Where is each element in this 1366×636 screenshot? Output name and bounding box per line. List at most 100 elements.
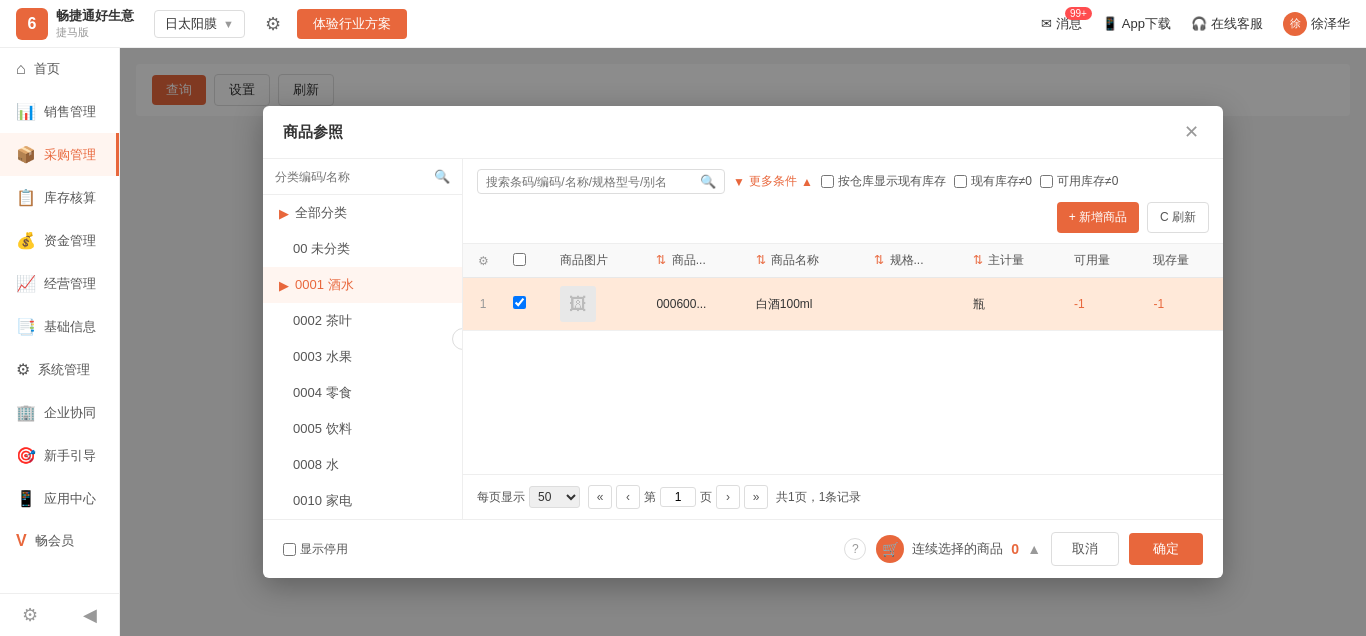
cart-icon: 🛒 <box>876 535 904 563</box>
category-search-input[interactable] <box>275 170 428 184</box>
collapse-cart-btn[interactable]: ▲ <box>1027 541 1041 557</box>
warehouse-stock-checkbox-input[interactable] <box>821 175 834 188</box>
store-selector[interactable]: 日太阳膜 ▼ <box>154 10 245 38</box>
category-search-icon[interactable]: 🔍 <box>434 169 450 184</box>
category-item-0005[interactable]: 0005 饮料 <box>263 411 462 447</box>
refresh-product-btn[interactable]: C 刷新 <box>1147 202 1209 233</box>
page-number-input[interactable] <box>660 487 696 507</box>
filter-more-btn[interactable]: ▼ 更多条件 ▲ <box>733 173 813 190</box>
page-total-info: 共1页，1条记录 <box>776 489 861 506</box>
sidebar-item-system[interactable]: ⚙ 系统管理 <box>0 348 119 391</box>
th-checkbox <box>503 244 550 278</box>
product-search-icon[interactable]: 🔍 <box>700 174 716 189</box>
product-table-body: 1 🖼 <box>463 278 1223 331</box>
th-name[interactable]: ⇅ 商品名称 <box>746 244 864 278</box>
product-search-input[interactable] <box>486 175 696 189</box>
sidebar-item-sales[interactable]: 📊 销售管理 <box>0 90 119 133</box>
main-layout: ⌂ 首页 📊 销售管理 📦 采购管理 📋 库存核算 💰 资金管理 📈 经营管理 … <box>0 48 1366 636</box>
td-unit: 瓶 <box>963 278 1064 331</box>
stock-nonzero-checkbox-input[interactable] <box>954 175 967 188</box>
appcenter-icon: 📱 <box>16 489 36 508</box>
td-name: 白酒100ml <box>746 278 864 331</box>
sort-icon-name: ⇅ <box>756 253 766 267</box>
category-item-0008[interactable]: 0008 水 <box>263 447 462 483</box>
sidebar-item-member[interactable]: V 畅会员 <box>0 520 119 562</box>
basic-icon: 📑 <box>16 317 36 336</box>
sidebar-item-purchase[interactable]: 📦 采购管理 <box>0 133 119 176</box>
sort-icon-unit: ⇅ <box>973 253 983 267</box>
online-service-nav-item[interactable]: 🎧 在线客服 <box>1191 15 1263 33</box>
category-item-0001[interactable]: ▶ 0001 酒水 <box>263 267 462 303</box>
modal-footer: 显示停用 ? 🛒 连续选择的商品 0 ▲ 取消 确定 <box>263 519 1223 578</box>
category-item-0010[interactable]: 0010 家电 <box>263 483 462 519</box>
home-icon: ⌂ <box>16 60 26 78</box>
td-available: -1 <box>1064 278 1144 331</box>
sidebar-expand-icon[interactable]: ◀ <box>83 604 97 626</box>
category-item-0004[interactable]: 0004 零食 <box>263 375 462 411</box>
available-nonzero-checkbox[interactable]: 可用库存≠0 <box>1040 173 1118 190</box>
show-disabled-checkbox[interactable]: 显示停用 <box>283 541 348 558</box>
sidebar: ⌂ 首页 📊 销售管理 📦 采购管理 📋 库存核算 💰 资金管理 📈 经营管理 … <box>0 48 120 636</box>
purchase-icon: 📦 <box>16 145 36 164</box>
operations-icon: 📈 <box>16 274 36 293</box>
page-size-select[interactable]: 50 10 20 100 <box>529 486 580 508</box>
sidebar-item-basic[interactable]: 📑 基础信息 <box>0 305 119 348</box>
last-page-btn[interactable]: » <box>744 485 768 509</box>
sidebar-item-inventory[interactable]: 📋 库存核算 <box>0 176 119 219</box>
category-item-00[interactable]: 00 未分类 <box>263 231 462 267</box>
th-unit[interactable]: ⇅ 主计量 <box>963 244 1064 278</box>
help-icon-btn[interactable]: ? <box>844 538 866 560</box>
prev-page-btn[interactable]: ‹ <box>616 485 640 509</box>
category-item-0002[interactable]: 0002 茶叶 <box>263 303 462 339</box>
table-row[interactable]: 1 🖼 <box>463 278 1223 331</box>
category-search-area: 🔍 <box>263 159 462 195</box>
th-code[interactable]: ⇅ 商品... <box>646 244 745 278</box>
logo-area: 6 畅捷通好生意 捷马版 <box>16 7 134 40</box>
th-spec[interactable]: ⇅ 规格... <box>864 244 962 278</box>
settings-gear-button[interactable]: ⚙ <box>257 8 289 40</box>
sidebar-bottom: ⚙ ◀ <box>0 593 119 636</box>
stock-nonzero-checkbox[interactable]: 现有库存≠0 <box>954 173 1032 190</box>
add-product-btn[interactable]: + 新增商品 <box>1057 202 1139 233</box>
sidebar-item-guide[interactable]: 🎯 新手引导 <box>0 434 119 477</box>
sidebar-settings-icon[interactable]: ⚙ <box>22 604 38 626</box>
product-table-container: ⚙ 商品图片 <box>463 244 1223 474</box>
first-page-btn[interactable]: « <box>588 485 612 509</box>
cancel-btn[interactable]: 取消 <box>1051 532 1119 566</box>
top-navigation: 6 畅捷通好生意 捷马版 日太阳膜 ▼ ⚙ 体验行业方案 ✉ 消息 99+ 📱 … <box>0 0 1366 48</box>
modal-title: 商品参照 <box>283 123 343 142</box>
show-disabled-checkbox-input[interactable] <box>283 543 296 556</box>
experience-btn[interactable]: 体验行业方案 <box>297 9 407 39</box>
enterprise-icon: 🏢 <box>16 403 36 422</box>
modal-header: 商品参照 ✕ <box>263 106 1223 159</box>
app-download-nav-item[interactable]: 📱 App下载 <box>1102 15 1171 33</box>
category-item-0003[interactable]: 0003 水果 <box>263 339 462 375</box>
sidebar-item-finance[interactable]: 💰 资金管理 <box>0 219 119 262</box>
store-selector-arrow: ▼ <box>223 18 234 30</box>
sidebar-item-appcenter[interactable]: 📱 应用中心 <box>0 477 119 520</box>
select-all-checkbox[interactable] <box>513 253 526 266</box>
messages-nav-item[interactable]: ✉ 消息 99+ <box>1041 15 1082 33</box>
warehouse-stock-checkbox[interactable]: 按仓库显示现有库存 <box>821 173 946 190</box>
product-toolbar-right: + 新增商品 C 刷新 <box>1057 202 1209 233</box>
sidebar-item-enterprise[interactable]: 🏢 企业协同 <box>0 391 119 434</box>
available-nonzero-checkbox-input[interactable] <box>1040 175 1053 188</box>
user-avatar-nav-item[interactable]: 徐 徐泽华 <box>1283 12 1350 36</box>
row-checkbox[interactable] <box>513 296 526 309</box>
page-navigation: « ‹ 第 页 › » <box>588 485 768 509</box>
category-item-all[interactable]: ▶ 全部分类 <box>263 195 462 231</box>
sidebar-item-home[interactable]: ⌂ 首页 <box>0 48 119 90</box>
table-settings-icon[interactable]: ⚙ <box>478 254 489 268</box>
next-page-btn[interactable]: › <box>716 485 740 509</box>
td-current: -1 <box>1143 278 1223 331</box>
modal-close-button[interactable]: ✕ <box>1179 120 1203 144</box>
th-current: 现存量 <box>1143 244 1223 278</box>
image-placeholder-icon: 🖼 <box>569 294 587 315</box>
logo-icon: 6 <box>16 8 48 40</box>
filter-icon: ▼ <box>733 175 745 189</box>
sidebar-item-operations[interactable]: 📈 经营管理 <box>0 262 119 305</box>
td-code: 000600... <box>646 278 745 331</box>
pagination-bar: 每页显示 50 10 20 100 « ‹ <box>463 474 1223 519</box>
sort-icon: ⇅ <box>656 253 666 267</box>
confirm-btn[interactable]: 确定 <box>1129 533 1203 565</box>
